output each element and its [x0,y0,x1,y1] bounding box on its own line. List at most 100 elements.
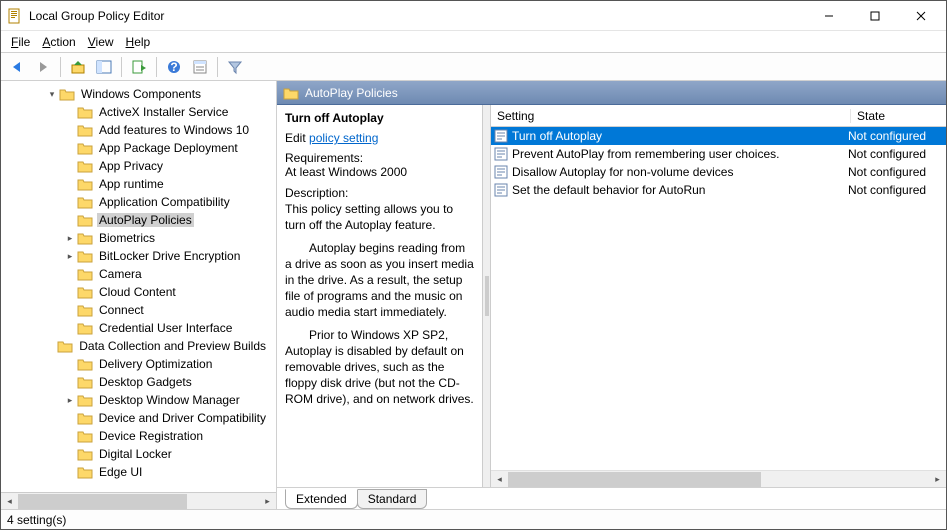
list-rows[interactable]: Turn off AutoplayNot configuredPrevent A… [491,127,946,470]
list-row[interactable]: Disallow Autoplay for non-volume devices… [491,163,946,181]
folder-icon [77,267,93,281]
tree-item[interactable]: Edge UI [1,463,276,481]
back-button[interactable] [5,55,29,79]
menu-view[interactable]: View [82,33,120,51]
export-button[interactable] [127,55,151,79]
tree-item-windows-components[interactable]: ▾ Windows Components [1,85,276,103]
tab-standard[interactable]: Standard [357,489,428,509]
folder-icon [77,321,93,335]
splitter-handle[interactable] [483,105,491,487]
folder-icon [77,123,93,137]
minimize-button[interactable] [806,1,852,31]
chevron-right-icon[interactable]: ▸ [63,249,77,263]
tree-scroll[interactable]: ▾ Windows Components ActiveX Installer S… [1,81,276,492]
up-button[interactable] [66,55,90,79]
chevron-right-icon[interactable]: ▸ [63,231,77,245]
scroll-right-icon[interactable]: ▸ [259,493,276,510]
tree-item[interactable]: ▸BitLocker Drive Encryption [1,247,276,265]
tree-item[interactable]: Device Registration [1,427,276,445]
folder-icon [77,177,93,191]
tree-label: App runtime [97,177,166,191]
column-header-state[interactable]: State [851,109,946,123]
scroll-left-icon[interactable]: ◂ [1,493,18,510]
close-button[interactable] [898,1,944,31]
folder-icon [77,447,93,461]
edit-policy-link[interactable]: policy setting [309,131,378,145]
description-p2: Autoplay begins reading from a drive as … [285,240,474,321]
description-block: Description: This policy setting allows … [285,185,474,407]
tree-horizontal-scrollbar[interactable]: ◂ ▸ [1,492,276,509]
menu-file[interactable]: File [5,33,36,51]
tree-item[interactable]: Add features to Windows 10 [1,121,276,139]
folder-icon [283,86,299,100]
scrollbar-thumb[interactable] [18,494,187,509]
list-row[interactable]: Prevent AutoPlay from remembering user c… [491,145,946,163]
tree-item[interactable]: App runtime [1,175,276,193]
properties-button[interactable] [188,55,212,79]
folder-icon [57,339,73,353]
maximize-button[interactable] [852,1,898,31]
tree-label: Digital Locker [97,447,174,461]
chevron-right-icon[interactable]: ▸ [63,393,77,407]
extended-details: Turn off Autoplay Edit policy setting Re… [277,105,483,487]
tree-item[interactable]: App Package Deployment [1,139,276,157]
tree-item[interactable]: Device and Driver Compatibility [1,409,276,427]
folder-icon [77,159,93,173]
folder-icon [77,231,93,245]
list-horizontal-scrollbar[interactable]: ◂ ▸ [491,470,946,487]
view-tabs: Extended Standard [277,487,946,509]
forward-button[interactable] [31,55,55,79]
window-title: Local Group Policy Editor [29,9,806,23]
row-setting-text: Turn off Autoplay [512,129,848,143]
menu-action[interactable]: Action [36,33,81,51]
tree-item[interactable]: Digital Locker [1,445,276,463]
tree-item[interactable]: Delivery Optimization [1,355,276,373]
tree-item[interactable]: ActiveX Installer Service [1,103,276,121]
tree-label: Device and Driver Compatibility [97,411,268,425]
tree-item[interactable]: Credential User Interface [1,319,276,337]
list-row[interactable]: Turn off AutoplayNot configured [491,127,946,145]
tree-label: Delivery Optimization [97,357,214,371]
toolbar-separator [121,57,122,77]
tree-item[interactable]: AutoPlay Policies [1,211,276,229]
row-setting-text: Prevent AutoPlay from remembering user c… [512,147,848,161]
row-state-text: Not configured [848,183,943,197]
right-pane-header: AutoPlay Policies [277,81,946,105]
titlebar: Local Group Policy Editor [1,1,946,31]
tree-item[interactable]: App Privacy [1,157,276,175]
folder-icon [77,393,93,407]
menu-help[interactable]: Help [120,33,157,51]
tab-extended[interactable]: Extended [285,489,358,509]
folder-icon [77,411,93,425]
tree-label: Windows Components [79,87,203,101]
tree-label: Edge UI [97,465,144,479]
tree-item[interactable]: Application Compatibility [1,193,276,211]
folder-icon [77,429,93,443]
tree-label: Cloud Content [97,285,178,299]
tree-item[interactable]: Data Collection and Preview Builds [1,337,276,355]
column-header-setting[interactable]: Setting [491,109,851,123]
requirements-label: Requirements: [285,151,474,165]
tree-item[interactable]: Camera [1,265,276,283]
tree-item[interactable]: Cloud Content [1,283,276,301]
tree-item[interactable]: Desktop Gadgets [1,373,276,391]
statusbar: 4 setting(s) [1,509,946,529]
help-button[interactable]: ? [162,55,186,79]
chevron-down-icon[interactable]: ▾ [45,87,59,101]
scrollbar-thumb[interactable] [508,472,761,487]
scroll-right-icon[interactable]: ▸ [929,471,946,488]
filter-button[interactable] [223,55,247,79]
tree-label: App Package Deployment [97,141,240,155]
scroll-left-icon[interactable]: ◂ [491,471,508,488]
folder-icon [77,465,93,479]
tree-label: ActiveX Installer Service [97,105,230,119]
tree-item[interactable]: ▸ Desktop Window Manager [1,391,276,409]
tree-label: Credential User Interface [97,321,234,335]
tree-item[interactable]: Connect [1,301,276,319]
list-row[interactable]: Set the default behavior for AutoRunNot … [491,181,946,199]
tree-item[interactable]: ▸Biometrics [1,229,276,247]
show-hide-tree-button[interactable] [92,55,116,79]
edit-prefix: Edit [285,131,309,145]
policy-icon [494,147,508,161]
tree-label: Desktop Window Manager [97,393,242,407]
